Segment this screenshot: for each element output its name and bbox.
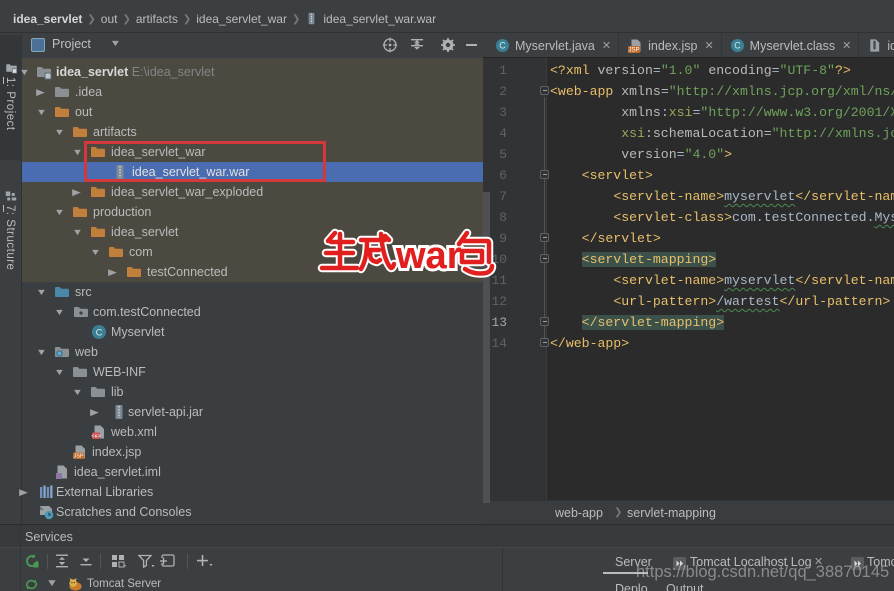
svg-text:JSP: JSP: [629, 47, 640, 53]
svg-text:C: C: [499, 41, 506, 51]
svg-text:war: war: [395, 235, 462, 277]
svg-text:JSP: JSP: [73, 454, 83, 460]
svg-text:C: C: [96, 327, 103, 338]
svg-text:<ĸ>: <ĸ>: [91, 434, 100, 440]
svg-text:C: C: [734, 41, 741, 51]
